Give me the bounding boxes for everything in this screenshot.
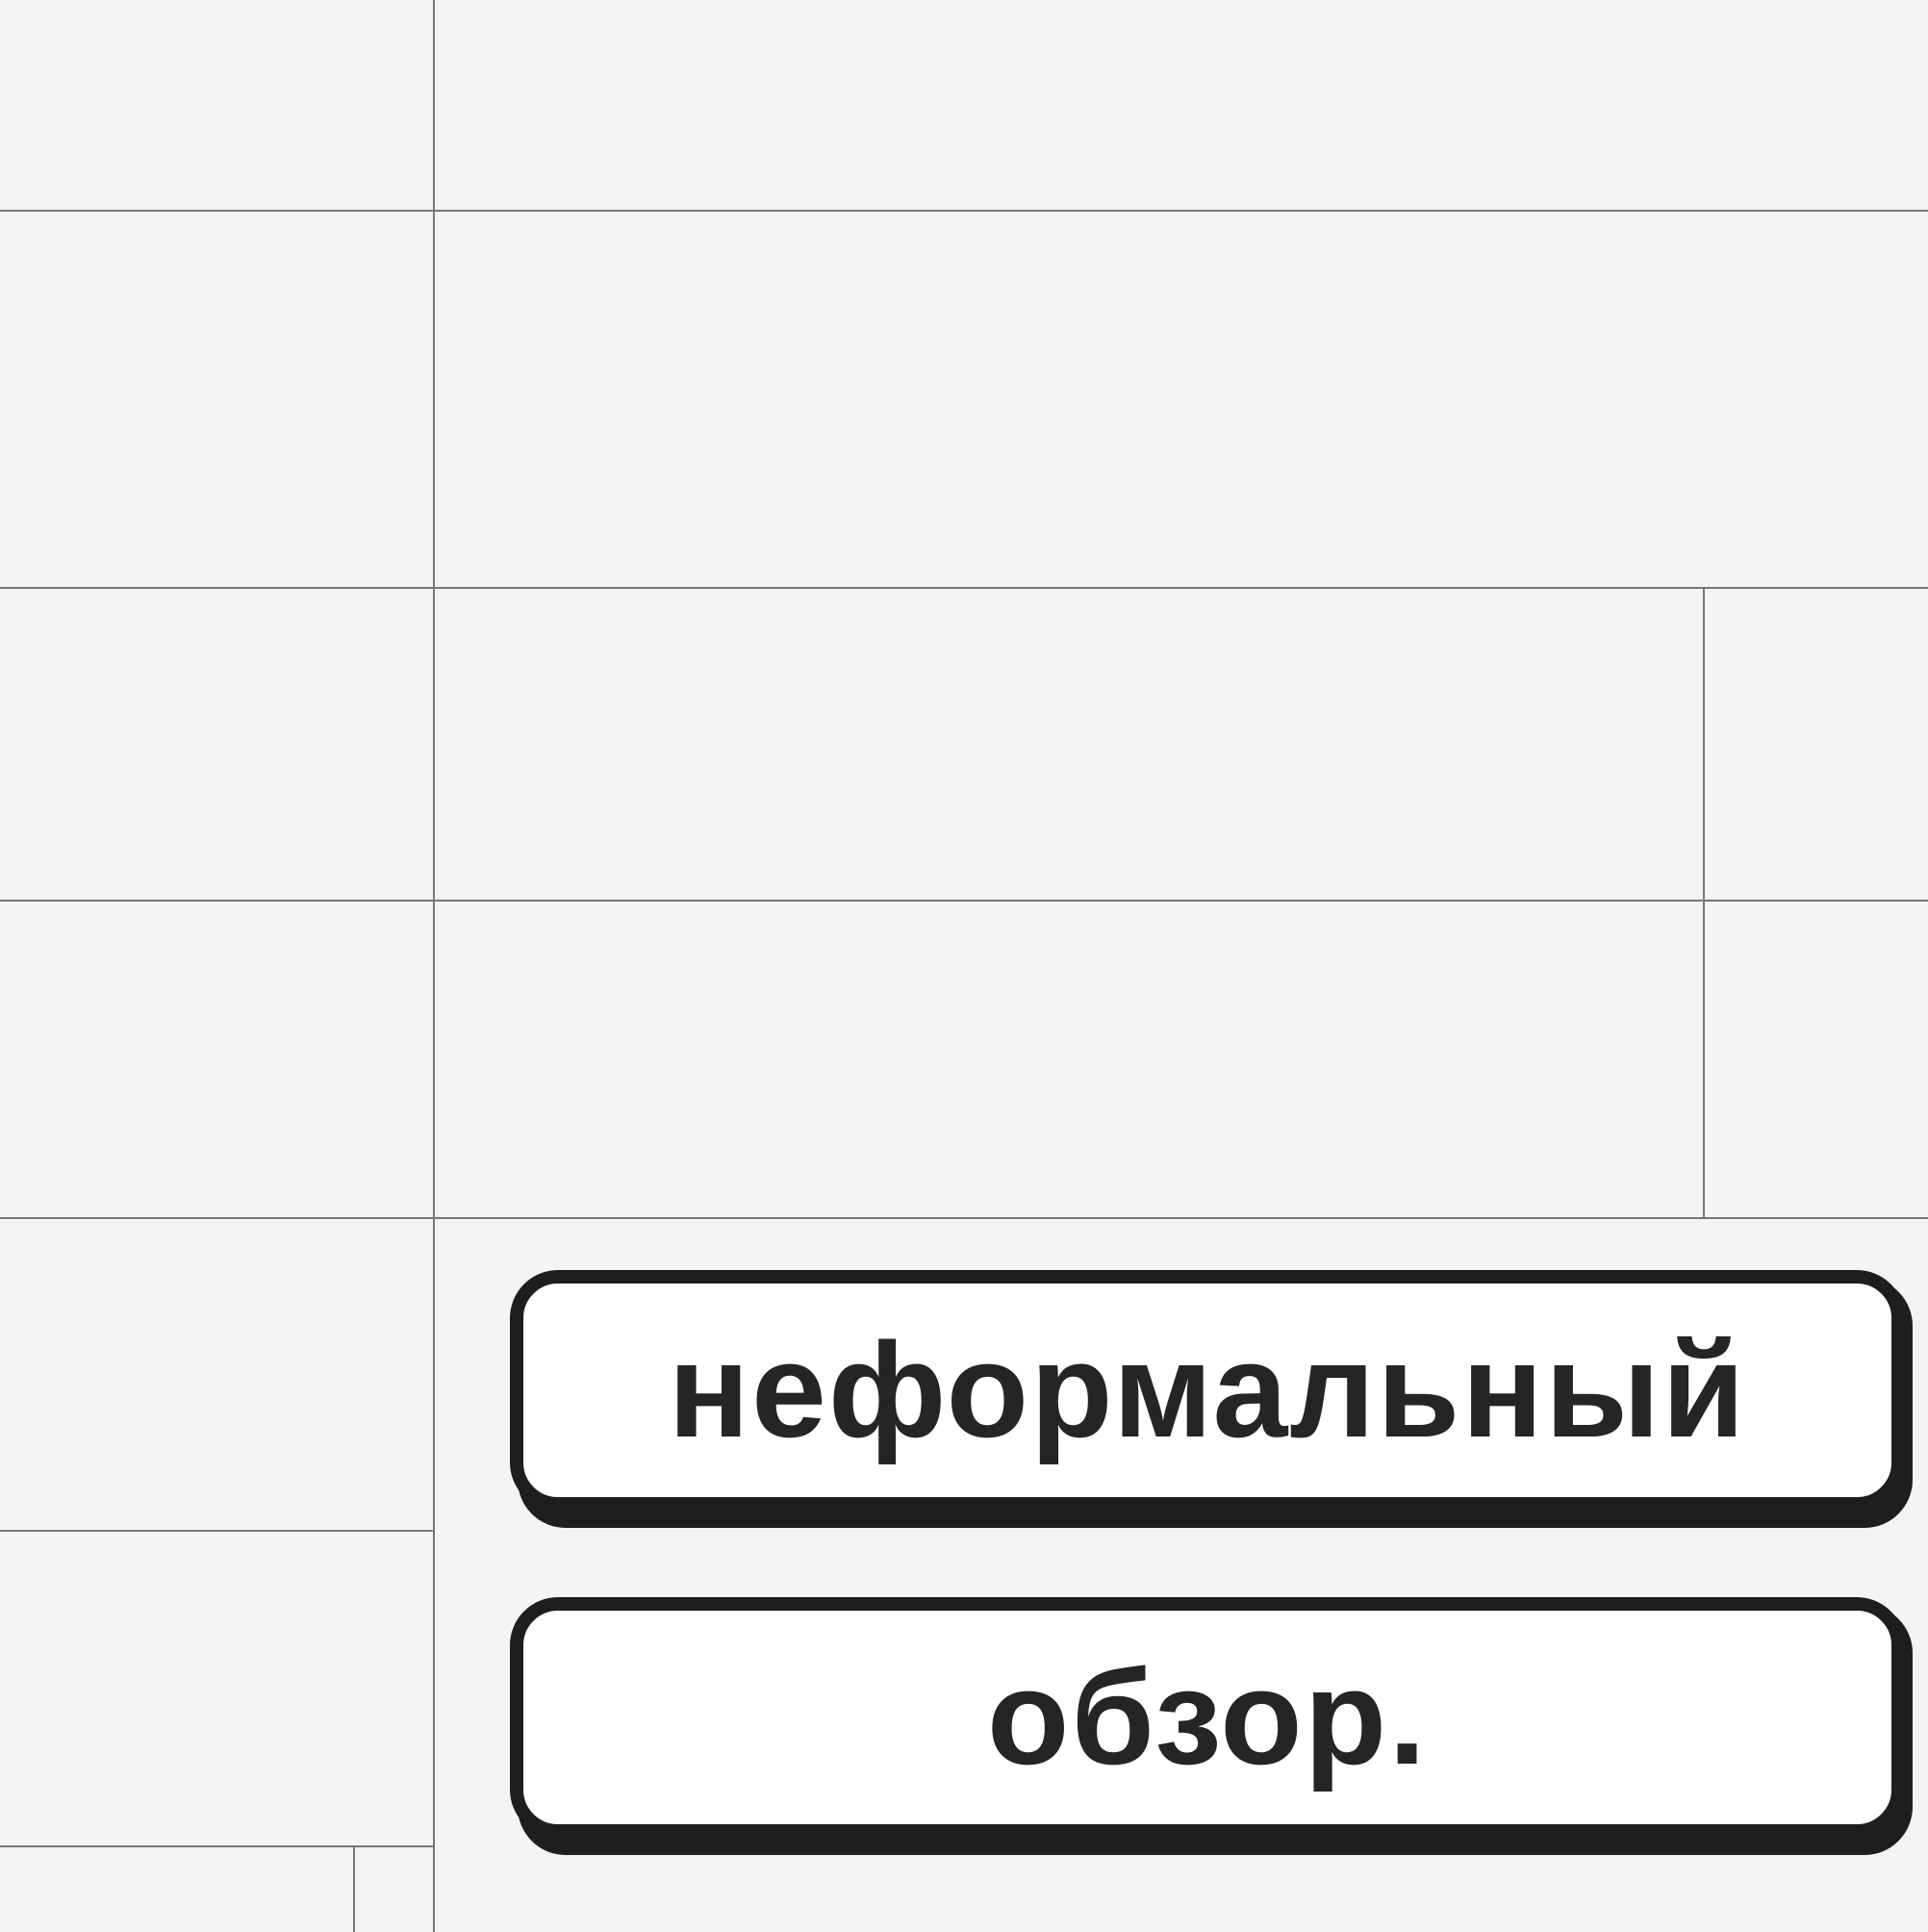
grid-line (353, 1845, 355, 1932)
grid-line (0, 1845, 433, 1847)
label-box: неформальный (510, 1270, 1905, 1511)
grid-line (0, 1217, 1928, 1219)
title-text-2: обзор. (987, 1640, 1428, 1795)
canvas: неформальный обзор. (0, 0, 1928, 1932)
grid-line (0, 900, 1928, 902)
grid-line (1703, 587, 1705, 1217)
grid-line (0, 587, 1928, 589)
label-box: обзор. (510, 1597, 1905, 1838)
title-label-2: обзор. (510, 1597, 1905, 1838)
title-label-1: неформальный (510, 1270, 1905, 1511)
grid-line (433, 0, 435, 1932)
grid-line (0, 1530, 433, 1532)
title-text-1: неформальный (668, 1312, 1746, 1468)
grid-line (0, 210, 1928, 212)
